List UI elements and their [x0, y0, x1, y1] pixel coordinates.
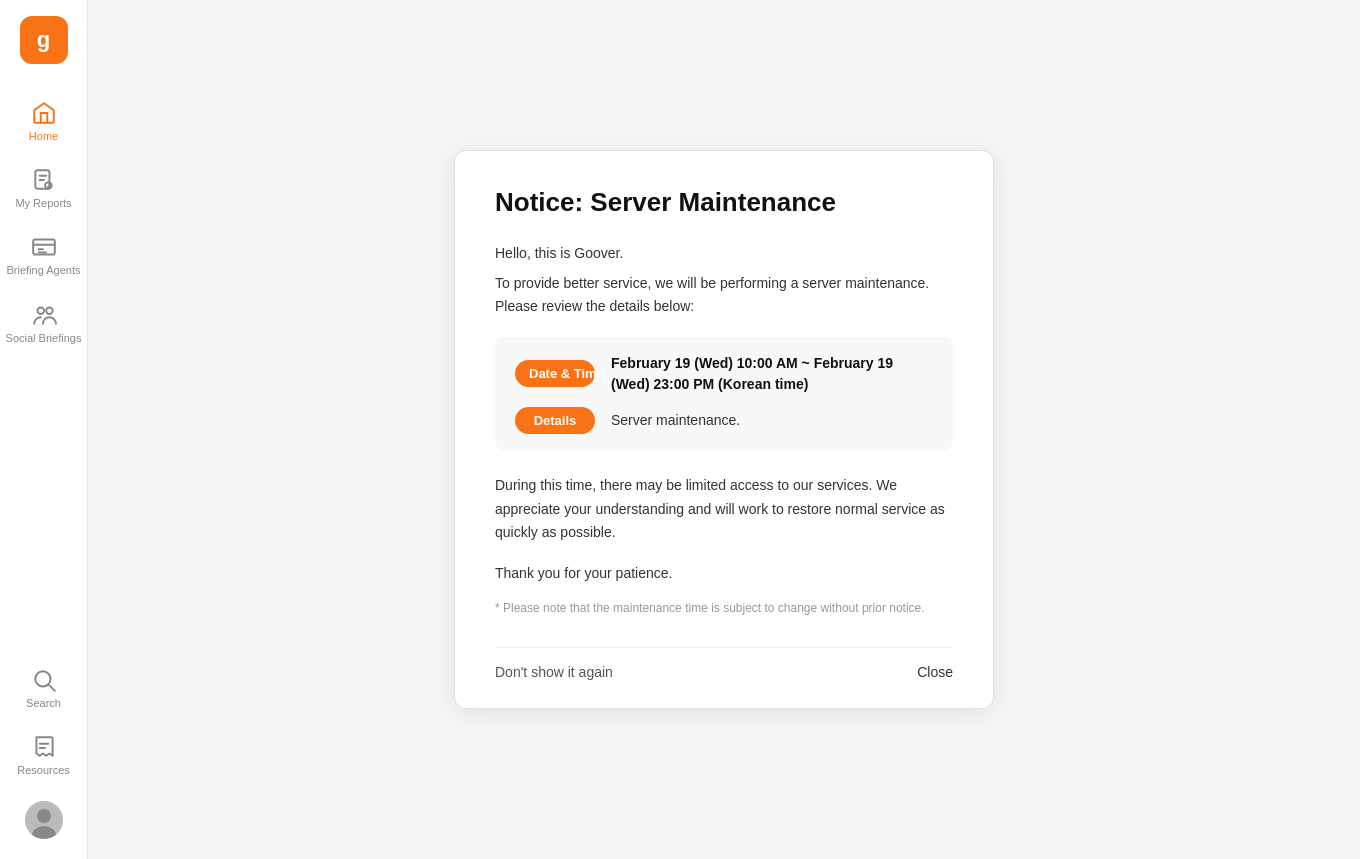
- avatar[interactable]: [25, 801, 63, 839]
- modal-intro-line1: Hello, this is Goover.: [495, 242, 953, 264]
- sidebar-item-briefing-agents[interactable]: Briefing Agents: [0, 222, 88, 289]
- sidebar-item-my-reports[interactable]: AI My Reports: [0, 155, 88, 222]
- modal-overlay: Notice: Server Maintenance Hello, this i…: [88, 0, 1360, 859]
- avatar-icon: [25, 801, 63, 839]
- sidebar-item-social-briefings-label: Social Briefings: [6, 332, 82, 345]
- details-row: Details Server maintenance.: [515, 407, 933, 434]
- sidebar-item-my-reports-label: My Reports: [15, 197, 71, 210]
- home-icon: [31, 100, 57, 126]
- svg-point-14: [37, 809, 51, 823]
- sidebar: g Home AI My Reports Briefing Agents: [0, 0, 88, 859]
- svg-text:AI: AI: [46, 184, 50, 189]
- modal-note: * Please note that the maintenance time …: [495, 601, 953, 615]
- modal-body: During this time, there may be limited a…: [495, 474, 953, 545]
- sidebar-item-search-label: Search: [26, 697, 61, 710]
- my-reports-icon: AI: [31, 167, 57, 193]
- details-value: Server maintenance.: [611, 412, 740, 428]
- search-icon: [31, 667, 57, 693]
- svg-line-10: [48, 685, 54, 691]
- close-button[interactable]: Close: [917, 664, 953, 680]
- sidebar-item-resources-label: Resources: [17, 764, 70, 777]
- app-logo[interactable]: g: [20, 16, 68, 64]
- modal-title: Notice: Server Maintenance: [495, 187, 953, 218]
- sidebar-item-home[interactable]: Home: [0, 88, 88, 155]
- modal-footer: Don't show it again Close: [495, 647, 953, 680]
- sidebar-item-resources[interactable]: Resources: [0, 722, 88, 789]
- maintenance-modal: Notice: Server Maintenance Hello, this i…: [454, 150, 994, 710]
- sidebar-item-social-briefings[interactable]: Social Briefings: [0, 290, 88, 357]
- sidebar-item-home-label: Home: [29, 130, 58, 143]
- svg-point-8: [46, 307, 52, 314]
- main-content: Notice: Server Maintenance Hello, this i…: [88, 0, 1360, 859]
- briefing-agents-icon: [31, 234, 57, 260]
- resources-icon: [31, 734, 57, 760]
- dont-show-again-button[interactable]: Don't show it again: [495, 664, 613, 680]
- modal-intro-line2: To provide better service, we will be pe…: [495, 272, 953, 317]
- sidebar-item-briefing-agents-label: Briefing Agents: [7, 264, 81, 277]
- modal-thanks: Thank you for your patience.: [495, 565, 953, 581]
- sidebar-item-search[interactable]: Search: [0, 655, 88, 722]
- svg-point-7: [37, 307, 44, 314]
- date-time-badge: Date & Time: [515, 360, 595, 387]
- info-box: Date & Time February 19 (Wed) 10:00 AM ~…: [495, 337, 953, 450]
- social-briefings-icon: [31, 302, 57, 328]
- date-time-row: Date & Time February 19 (Wed) 10:00 AM ~…: [515, 353, 933, 395]
- details-badge: Details: [515, 407, 595, 434]
- date-time-value: February 19 (Wed) 10:00 AM ~ February 19…: [611, 353, 933, 395]
